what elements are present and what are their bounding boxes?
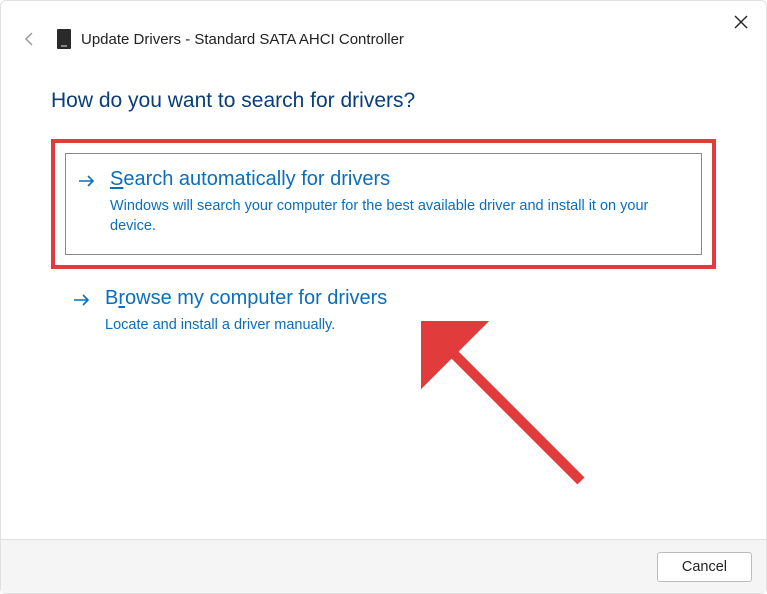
content-area: How do you want to search for drivers? S… <box>1 59 766 358</box>
close-icon <box>734 15 748 29</box>
back-arrow-icon <box>23 32 37 46</box>
option-title: Search automatically for drivers <box>110 168 683 191</box>
window-title: Update Drivers - Standard SATA AHCI Cont… <box>81 31 404 48</box>
device-icon <box>57 29 71 49</box>
close-button[interactable] <box>730 11 752 33</box>
arrow-right-icon <box>78 174 96 193</box>
option-text: Search automatically for drivers Windows… <box>110 168 683 236</box>
option-description: Locate and install a driver manually. <box>105 316 688 336</box>
footer: Cancel <box>1 539 766 593</box>
cancel-button[interactable]: Cancel <box>657 552 752 582</box>
page-heading: How do you want to search for drivers? <box>51 89 716 113</box>
option-text: Browse my computer for drivers Locate an… <box>105 287 688 336</box>
option-browse-wrap: Browse my computer for drivers Locate an… <box>51 269 716 358</box>
header: Update Drivers - Standard SATA AHCI Cont… <box>1 1 766 59</box>
option-search-auto-highlight: Search automatically for drivers Windows… <box>51 139 716 269</box>
option-description: Windows will search your computer for th… <box>110 197 683 236</box>
option-search-automatically[interactable]: Search automatically for drivers Windows… <box>65 153 702 255</box>
back-button[interactable] <box>23 31 39 47</box>
arrow-right-icon <box>73 293 91 312</box>
update-drivers-window: Update Drivers - Standard SATA AHCI Cont… <box>0 0 767 594</box>
option-title: Browse my computer for drivers <box>105 287 688 310</box>
option-browse-computer[interactable]: Browse my computer for drivers Locate an… <box>61 279 706 348</box>
